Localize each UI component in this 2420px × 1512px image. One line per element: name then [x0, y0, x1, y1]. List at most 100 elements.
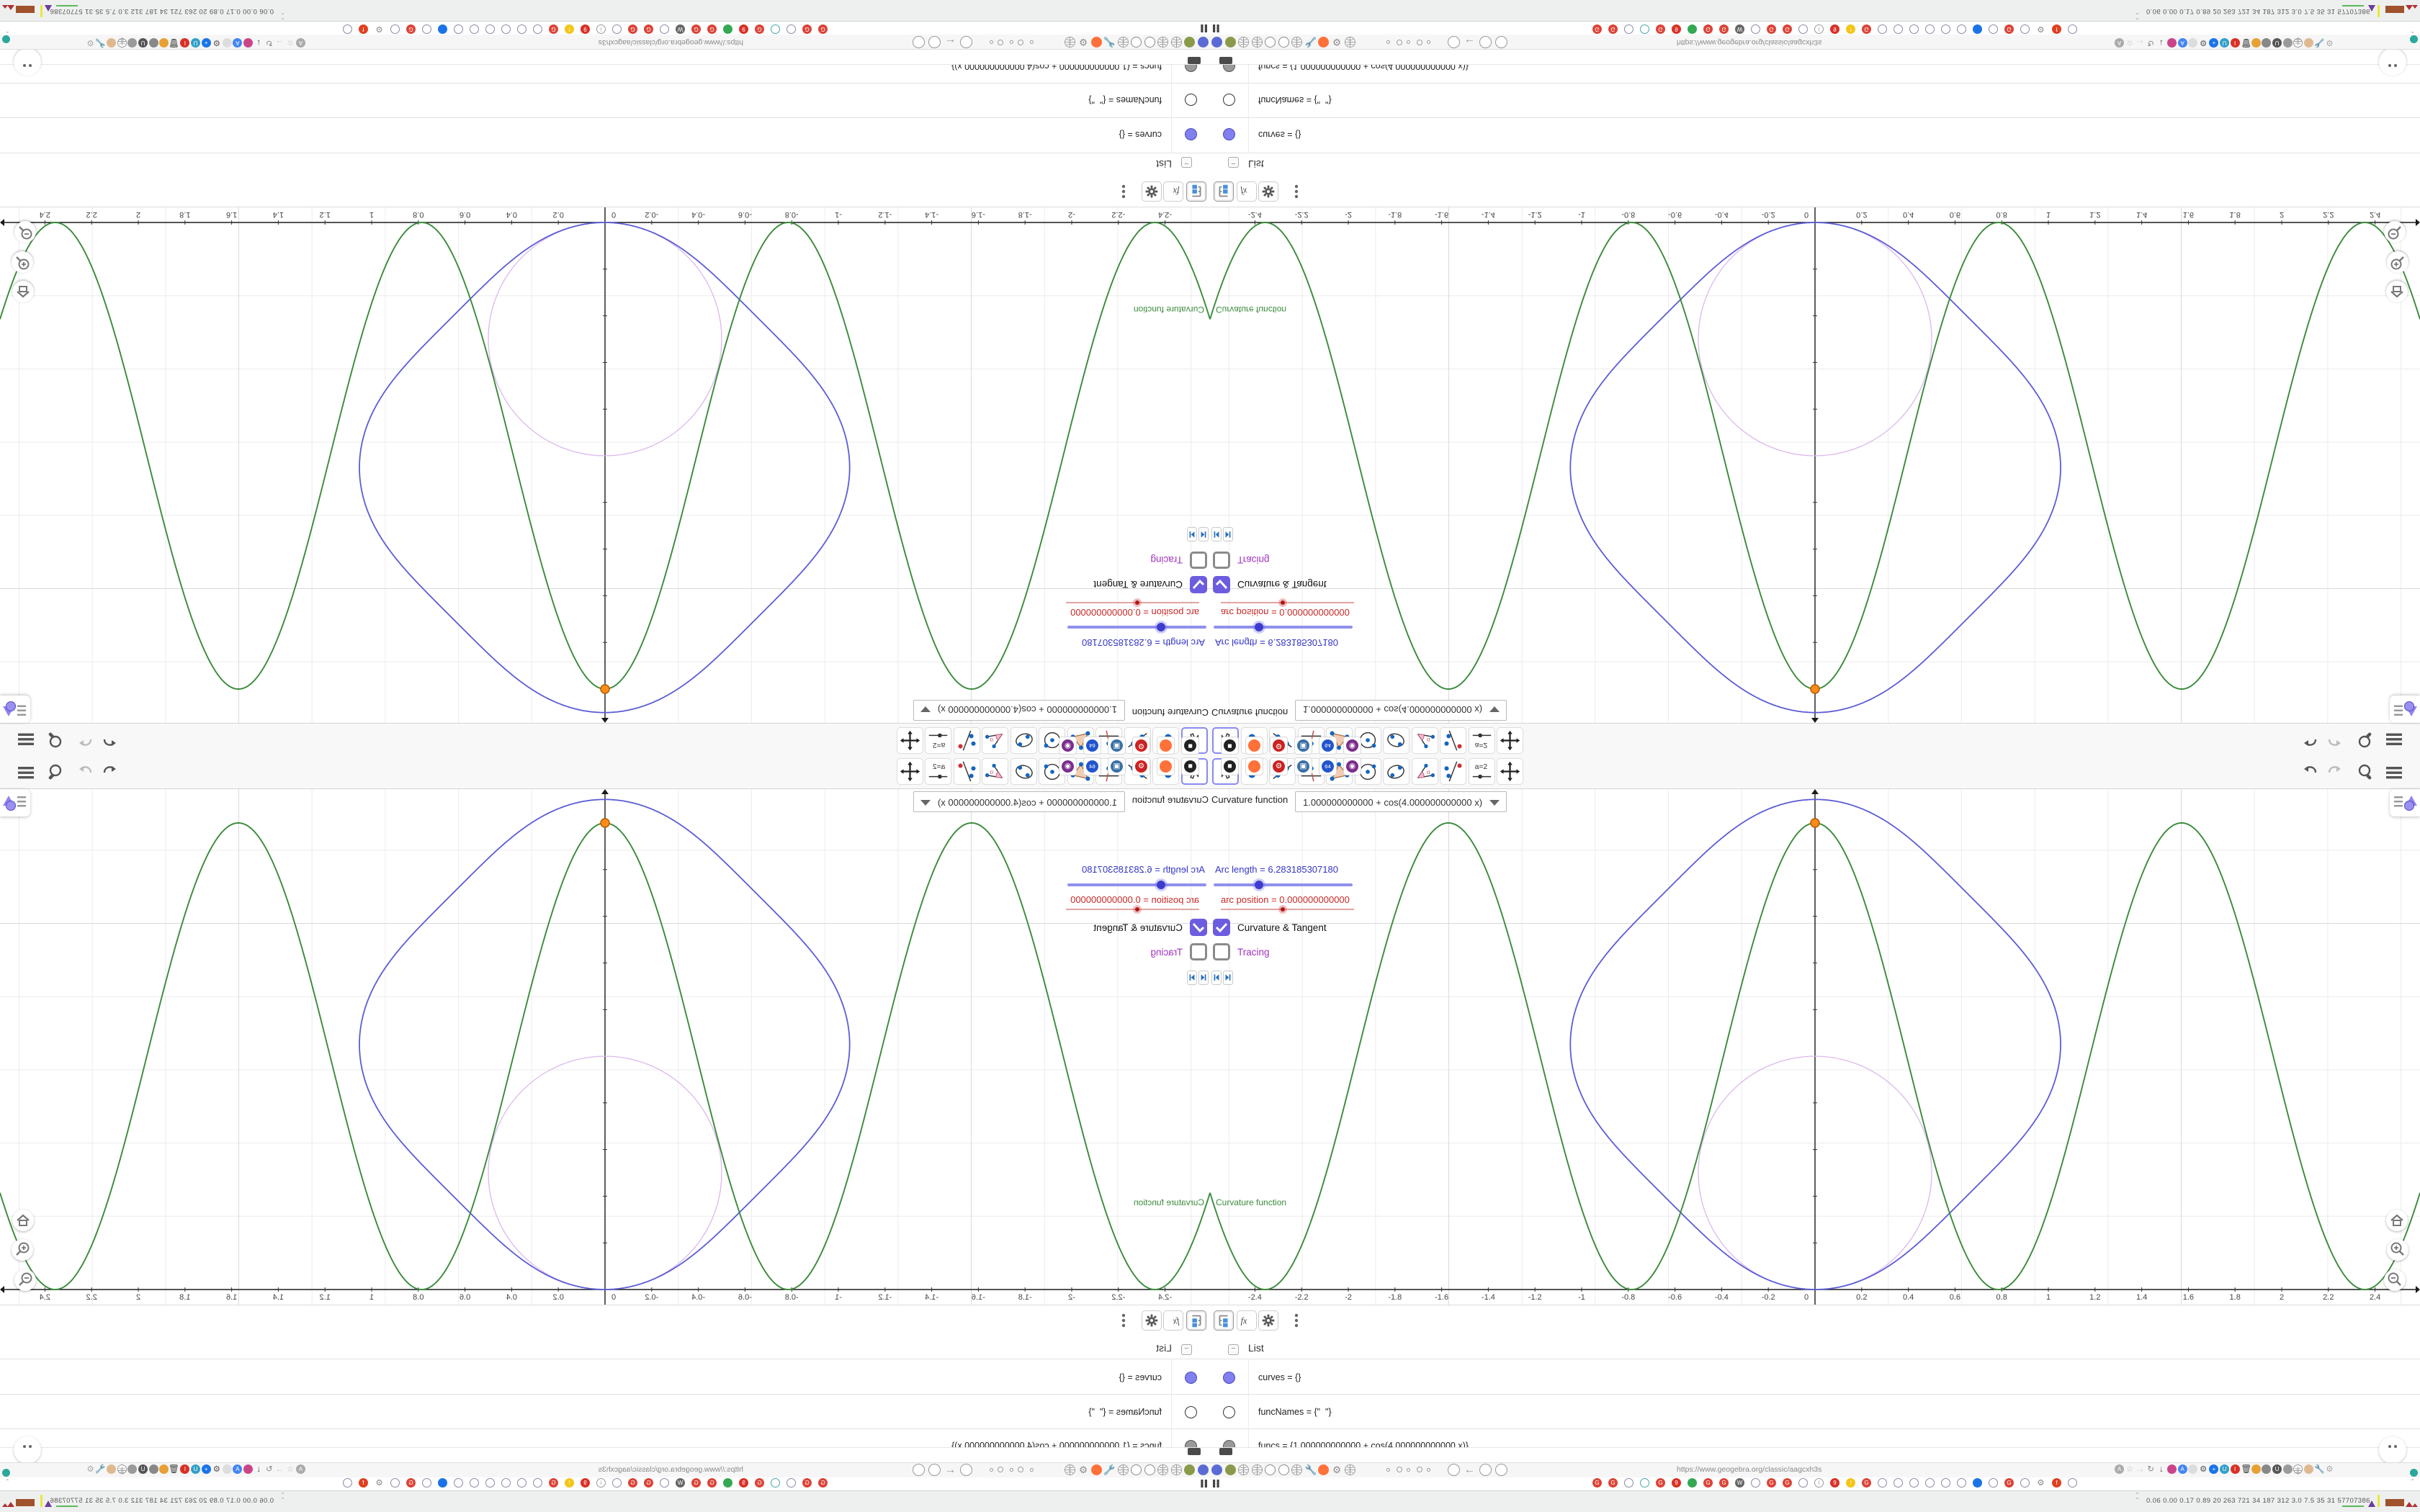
knot-gray-icon[interactable] — [470, 1478, 479, 1488]
monitor-icon[interactable]: ▣ — [1111, 760, 1123, 773]
google-icon[interactable]: G — [406, 1478, 416, 1488]
arrow-left-icon[interactable]: ← — [944, 36, 956, 48]
knot-gray-icon[interactable] — [533, 1478, 542, 1488]
google-icon[interactable]: G — [628, 1478, 637, 1488]
globe-icon[interactable] — [1065, 37, 1075, 48]
wrench-icon[interactable]: 🔧 — [1305, 1464, 1317, 1475]
gauge-icon[interactable] — [1278, 37, 1289, 48]
curvature-tangent-checkbox[interactable] — [1213, 576, 1230, 593]
tray-expand-icon[interactable]: ˆˆ — [2136, 8, 2138, 20]
knot-gray-icon[interactable] — [2068, 24, 2077, 34]
knot-gray-icon[interactable] — [1624, 1478, 1634, 1488]
firefox-icon[interactable] — [1160, 739, 1172, 752]
globe-icon[interactable] — [1157, 37, 1169, 48]
collapse-list-button[interactable]: − — [1181, 157, 1192, 168]
shield-teal-icon[interactable]: U — [191, 1464, 200, 1474]
brush-icon[interactable] — [243, 38, 253, 48]
arc-length-slider-thumb[interactable] — [1155, 621, 1168, 634]
gear-icon[interactable]: ⚙ — [2036, 1478, 2045, 1488]
lock-icon[interactable] — [913, 36, 925, 48]
globe-icon[interactable] — [1291, 37, 1302, 48]
wrench-gray-icon[interactable]: 🔧 — [95, 1464, 106, 1474]
arrow-right-icon[interactable]: → — [2136, 38, 2145, 48]
wikipedia-icon[interactable]: W — [1735, 1478, 1744, 1488]
knot-gray-icon[interactable] — [1798, 24, 1808, 34]
arc-length-slider-thumb[interactable] — [1252, 878, 1265, 891]
globe-icon[interactable] — [1118, 1464, 1129, 1475]
zoom-out-icon[interactable] — [14, 221, 36, 243]
thumb-icon[interactable] — [2303, 1464, 2313, 1474]
google-icon[interactable]: G — [802, 1478, 812, 1488]
firefox-icon[interactable] — [1248, 760, 1260, 773]
knot-gray-icon[interactable] — [2020, 24, 2030, 34]
floppy-blue-icon[interactable]: 64 — [1322, 760, 1334, 773]
tool-slider[interactable]: a=2 — [1468, 758, 1495, 785]
skip-to-start-button[interactable] — [1211, 971, 1222, 985]
globe-gray-icon[interactable] — [117, 1464, 127, 1475]
gear-icon[interactable]: ⚙ — [1332, 1464, 1343, 1475]
knot-gray-icon[interactable] — [1925, 1478, 1935, 1488]
function-dropdown[interactable]: 1.000000000000 + cos(4.000000000000 x) — [913, 791, 1125, 812]
panel-toggle-button[interactable] — [2390, 789, 2420, 816]
gear-icon[interactable]: ⚙ — [1078, 37, 1089, 48]
shield-dark-icon[interactable]: U — [2272, 1464, 2282, 1474]
panel-toggle-button[interactable] — [0, 696, 30, 723]
record-dot-icon[interactable] — [1010, 1468, 1013, 1472]
tool-angle[interactable]: α — [1411, 727, 1438, 754]
owl-purple-icon[interactable]: ◉ — [1062, 739, 1074, 752]
wrench-icon[interactable]: 🔧 — [1103, 37, 1116, 48]
plus-blue-icon[interactable]: + — [201, 1464, 211, 1474]
plus-blue-icon[interactable]: + — [201, 38, 211, 48]
function-dropdown[interactable]: 1.000000000000 + cos(4.000000000000 x) — [1295, 700, 1507, 721]
knot-teal-icon[interactable] — [771, 24, 780, 34]
firefox-icon[interactable] — [1091, 1464, 1102, 1475]
door-icon[interactable] — [148, 1464, 158, 1474]
arrow-left-icon[interactable]: ← — [944, 1464, 956, 1476]
globe-icon[interactable] — [1251, 1464, 1263, 1475]
gear-icon[interactable] — [1258, 181, 1278, 202]
google-icon[interactable]: G — [707, 1478, 717, 1488]
wikipedia-icon[interactable]: W — [1735, 24, 1744, 34]
fx-button[interactable]: fx — [1163, 181, 1183, 202]
curvature-tangent-checkbox[interactable] — [1190, 576, 1207, 593]
shield-outline-icon[interactable] — [928, 36, 941, 48]
firefox-icon[interactable] — [1160, 760, 1172, 773]
knot-teal-icon[interactable] — [771, 1478, 780, 1488]
badge-red-icon[interactable]: 9 — [739, 24, 748, 34]
power-icon[interactable] — [1224, 1464, 1236, 1475]
arc-position-slider[interactable] — [1221, 909, 1354, 910]
taskbar-gear-red-icon[interactable]: ⚙ — [1270, 737, 1288, 755]
knot-gray-icon[interactable] — [454, 24, 463, 34]
skip-to-start-button[interactable] — [1198, 971, 1209, 985]
info-icon[interactable]: i — [1814, 1478, 1824, 1488]
visibility-marble-curves[interactable] — [1223, 1372, 1235, 1384]
function-dropdown[interactable]: 1.000000000000 + cos(4.000000000000 x) — [913, 700, 1125, 721]
wrench-gray-icon[interactable]: 🔧 — [95, 38, 106, 48]
gauge-icon[interactable] — [1278, 1464, 1289, 1475]
lock-icon[interactable] — [1495, 1464, 1507, 1476]
tool-slider[interactable]: a=2 — [1468, 727, 1495, 754]
taskbar-drive-green-icon[interactable]: ■ — [1221, 757, 1239, 775]
gear-icon[interactable] — [1142, 181, 1162, 202]
arc-length-slider[interactable] — [1067, 883, 1206, 886]
taskbar-floppy-blue-icon[interactable]: 64 — [1319, 757, 1337, 775]
tool-move-graphics-view[interactable] — [1497, 727, 1523, 754]
more-options-icon[interactable] — [1286, 181, 1307, 202]
taskbar-gear-red-icon[interactable]: ⚙ — [1270, 757, 1288, 775]
arc-length-slider[interactable] — [1067, 626, 1206, 629]
arc-position-slider-thumb[interactable] — [1278, 905, 1287, 914]
home-icon[interactable] — [12, 281, 34, 302]
knot-gray-icon[interactable] — [612, 24, 622, 34]
record-dot-icon[interactable] — [1417, 40, 1422, 45]
knot-gray-icon[interactable] — [1624, 24, 1634, 34]
menu-icon[interactable] — [16, 762, 36, 783]
translate-gray-icon[interactable]: A — [296, 1464, 305, 1474]
zoom-in-icon[interactable] — [12, 1239, 33, 1261]
tool-angle[interactable]: α — [982, 727, 1009, 754]
gear-dark-icon[interactable]: ⚙ — [212, 38, 221, 48]
taskbar-owl-purple-icon[interactable]: ◉ — [1343, 737, 1361, 755]
warn-yellow-icon[interactable]: ! — [1846, 1478, 1855, 1488]
google-icon[interactable]: G — [1592, 1478, 1602, 1488]
drive-green-icon[interactable]: ■ — [1224, 760, 1236, 773]
search-icon[interactable] — [44, 762, 64, 783]
